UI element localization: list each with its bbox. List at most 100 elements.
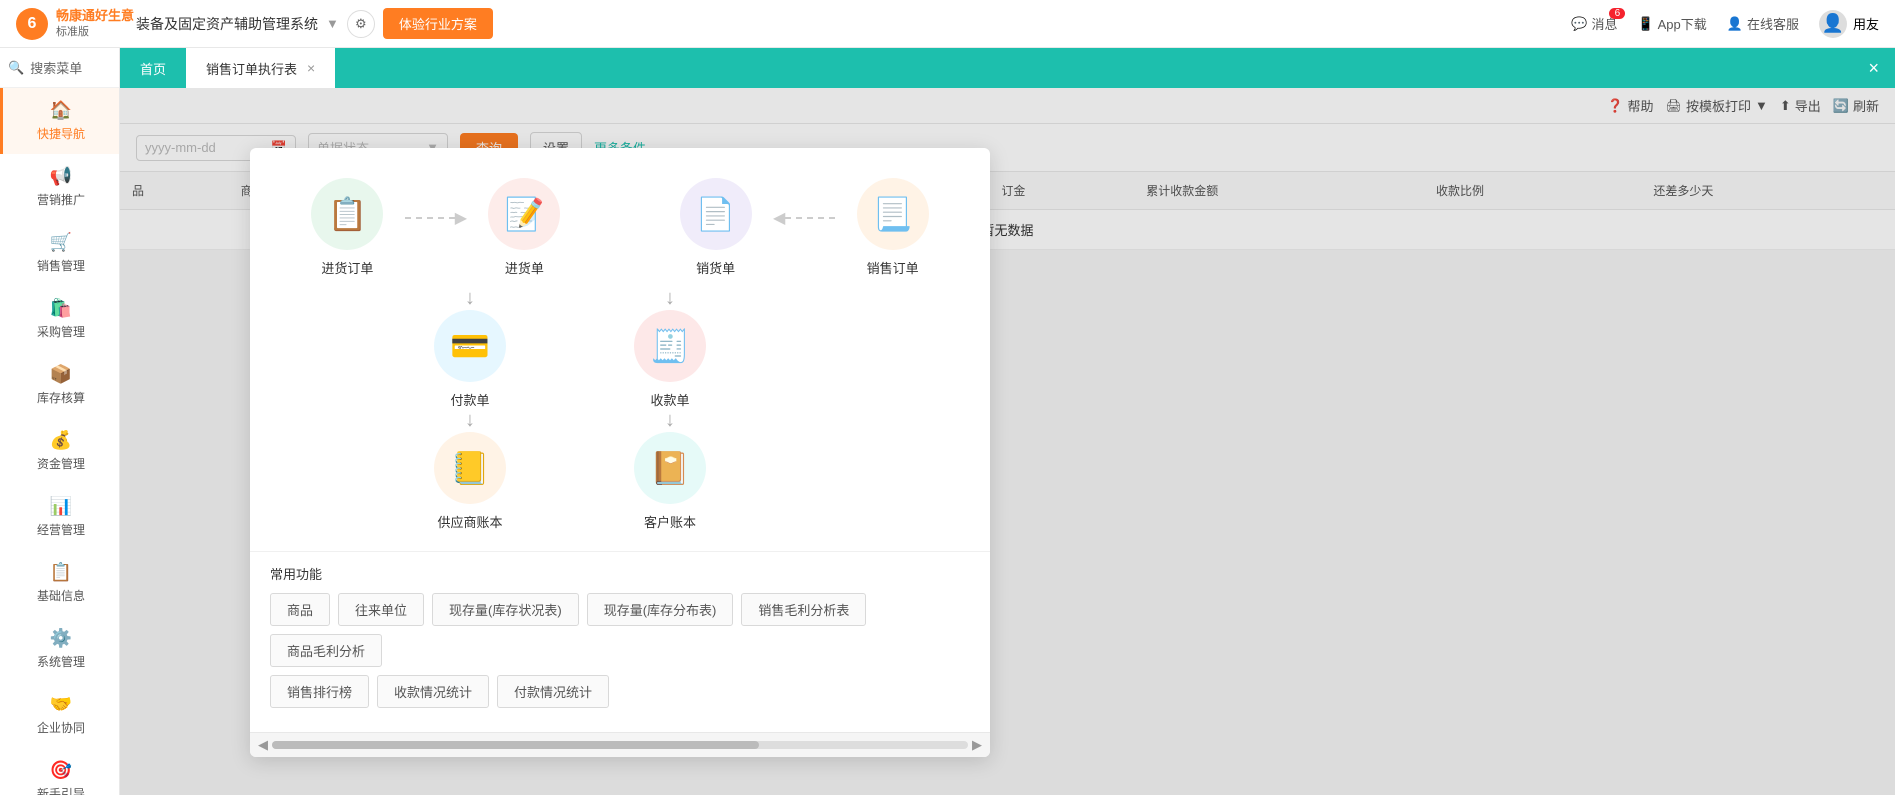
- newbie-icon: 🎯: [50, 760, 72, 781]
- func-btn-payment-stats[interactable]: 付款情况统计: [497, 675, 609, 708]
- scrollbar-thumb: [272, 741, 759, 749]
- purchase-order-label: 进货订单: [321, 258, 373, 277]
- experience-btn[interactable]: 体验行业方案: [383, 8, 493, 39]
- sidebar-item-label-quick-nav: 快捷导航: [37, 125, 85, 142]
- customer-ledger-label: 客户账本: [644, 512, 696, 531]
- tab-bar: 首页 销售订单执行表 × ×: [120, 48, 1895, 88]
- message-item[interactable]: 💬 消息 6: [1571, 14, 1617, 33]
- sidebar-item-label-enterprise: 企业协同: [37, 719, 85, 736]
- service-icon: 👤: [1727, 16, 1743, 32]
- tab-home[interactable]: 首页: [120, 48, 186, 88]
- top-header: 6 畅康通好生意 标准版 装备及固定资产辅助管理系统 ▼ ⚙ 体验行业方案 💬 …: [0, 0, 1895, 48]
- scroll-left-icon[interactable]: ◀: [258, 737, 268, 753]
- sidebar: 🔍 搜索菜单 🏠 快捷导航 📢 营销推广 🛒 销售管理 🛍️ 采购管理 📦 库存…: [0, 48, 120, 795]
- sidebar-item-label-inventory: 库存核算: [37, 389, 85, 406]
- tab-sales-order[interactable]: 销售订单执行表 ×: [186, 48, 335, 88]
- header-right: 💬 消息 6 📱 App下载 👤 在线客服 👤 用友: [1571, 10, 1879, 38]
- user-avatar: 👤: [1819, 10, 1847, 38]
- arrow-down-receipt: ↓: [610, 409, 730, 432]
- sidebar-item-purchase[interactable]: 🛍️ 采购管理: [0, 286, 119, 352]
- sidebar-item-marketing[interactable]: 📢 营销推广: [0, 154, 119, 220]
- arrow-down-purchase: ↓: [410, 287, 530, 310]
- payment-circle: 💳: [434, 310, 506, 382]
- user-area[interactable]: 👤 用友: [1819, 10, 1879, 38]
- sidebar-item-sales[interactable]: 🛒 销售管理: [0, 220, 119, 286]
- marketing-icon: 📢: [50, 166, 72, 187]
- sidebar-item-quick-nav[interactable]: 🏠 快捷导航: [0, 88, 119, 154]
- func-btn-partner[interactable]: 往来单位: [338, 593, 424, 626]
- tab-close-right-icon[interactable]: ×: [1852, 58, 1895, 79]
- func-btn-sales-margin[interactable]: 销售毛利分析表: [741, 593, 866, 626]
- online-service-item[interactable]: 👤 在线客服: [1727, 14, 1799, 33]
- receipt-label: 收款单: [650, 390, 689, 409]
- sidebar-item-newbie[interactable]: 🎯 新手引导: [0, 748, 119, 795]
- page-content: ❓ 帮助 🖨 按模板打印 ▼ ⬆ 导出 🔄 刷新: [120, 88, 1895, 795]
- purchase-icon: 🛍️: [50, 298, 72, 319]
- gear-button[interactable]: ⚙: [347, 10, 375, 38]
- supplier-ledger-circle: 📒: [434, 432, 506, 504]
- title-dropdown-icon[interactable]: ▼: [326, 16, 339, 31]
- app-download-item[interactable]: 📱 App下载: [1637, 14, 1706, 33]
- sidebar-item-enterprise[interactable]: 🤝 企业协同: [0, 682, 119, 748]
- common-functions: 常用功能 商品 往来单位 现存量(库存状况表) 现存量(库存分布表) 销售毛利分…: [250, 551, 990, 732]
- main-layout: 🔍 搜索菜单 🏠 快捷导航 📢 营销推广 🛒 销售管理 🛍️ 采购管理 📦 库存…: [0, 48, 1895, 795]
- operations-icon: 📊: [50, 496, 72, 517]
- flow-node-receipt[interactable]: 🧾 收款单: [610, 310, 730, 409]
- sidebar-item-operations[interactable]: 📊 经营管理: [0, 484, 119, 550]
- popup-card: 📋 进货订单 ▶ 📝: [250, 148, 990, 757]
- sidebar-search[interactable]: 🔍 搜索菜单: [0, 48, 119, 88]
- message-badge: 6: [1609, 8, 1625, 19]
- tab-close-icon[interactable]: ×: [307, 60, 315, 76]
- tab-sales-order-label: 销售订单执行表: [206, 59, 297, 78]
- flow-node-supplier-ledger[interactable]: 📒 供应商账本: [410, 432, 530, 531]
- logo-line1: 畅康通好生意: [56, 8, 134, 25]
- flow-node-purchase-order[interactable]: 📋 进货订单: [290, 178, 405, 277]
- func-btn-stock-dist[interactable]: 现存量(库存分布表): [587, 593, 734, 626]
- download-icon: 📱: [1637, 16, 1653, 32]
- flow-node-sale-invoice[interactable]: 📄 销货单: [658, 178, 773, 277]
- search-label: 搜索菜单: [30, 58, 82, 77]
- sidebar-item-label-basic-info: 基础信息: [37, 587, 85, 604]
- sale-order-circle: 📃: [857, 178, 929, 250]
- arrow-down-sale-invoice: ↓: [610, 287, 730, 310]
- sale-order-label: 销售订单: [867, 258, 919, 277]
- payment-label: 付款单: [450, 390, 489, 409]
- sidebar-item-label-sales: 销售管理: [37, 257, 85, 274]
- flow-node-purchase[interactable]: 📝 进货单: [467, 178, 582, 277]
- sidebar-item-label-finance: 资金管理: [37, 455, 85, 472]
- sale-invoice-label: 销货单: [696, 258, 735, 277]
- basic-info-icon: 📋: [50, 562, 72, 583]
- flow-area: 📋 进货订单 ▶ 📝: [250, 148, 990, 551]
- purchase-label: 进货单: [505, 258, 544, 277]
- tab-home-label: 首页: [140, 59, 166, 78]
- func-buttons-row1: 商品 往来单位 现存量(库存状况表) 现存量(库存分布表) 销售毛利分析表 商品…: [270, 593, 970, 667]
- system-title-area: 装备及固定资产辅助管理系统 ▼ ⚙ 体验行业方案: [136, 8, 1571, 39]
- finance-icon: 💰: [50, 430, 72, 451]
- func-btn-product[interactable]: 商品: [270, 593, 330, 626]
- func-btn-receipt-stats[interactable]: 收款情况统计: [377, 675, 489, 708]
- flow-node-customer-ledger[interactable]: 📔 客户账本: [610, 432, 730, 531]
- sidebar-item-label-purchase: 采购管理: [37, 323, 85, 340]
- sidebar-item-inventory[interactable]: 📦 库存核算: [0, 352, 119, 418]
- sidebar-item-basic-info[interactable]: 📋 基础信息: [0, 550, 119, 616]
- arrow-down-payment: ↓: [410, 409, 530, 432]
- func-btn-stock-status[interactable]: 现存量(库存状况表): [432, 593, 579, 626]
- func-buttons-row2: 销售排行榜 收款情况统计 付款情况统计: [270, 675, 970, 708]
- flow-node-sale-order[interactable]: 📃 销售订单: [835, 178, 950, 277]
- customer-ledger-circle: 📔: [634, 432, 706, 504]
- sidebar-item-finance[interactable]: 💰 资金管理: [0, 418, 119, 484]
- logo-text: 畅康通好生意 标准版: [56, 8, 134, 39]
- sidebar-item-label-system: 系统管理: [37, 653, 85, 670]
- sidebar-item-system[interactable]: ⚙️ 系统管理: [0, 616, 119, 682]
- scroll-right-icon[interactable]: ▶: [972, 737, 982, 753]
- logo-area: 6 畅康通好生意 标准版: [16, 8, 136, 40]
- user-name: 用友: [1853, 14, 1879, 33]
- func-btn-sales-rank[interactable]: 销售排行榜: [270, 675, 369, 708]
- func-btn-product-margin[interactable]: 商品毛利分析: [270, 634, 382, 667]
- scrollbar-track[interactable]: [272, 741, 968, 749]
- message-icon: 💬: [1571, 16, 1587, 32]
- popup-scrollbar[interactable]: ◀ ▶: [250, 732, 990, 757]
- supplier-ledger-label: 供应商账本: [437, 512, 502, 531]
- sale-invoice-circle: 📄: [680, 178, 752, 250]
- flow-node-payment[interactable]: 💳 付款单: [410, 310, 530, 409]
